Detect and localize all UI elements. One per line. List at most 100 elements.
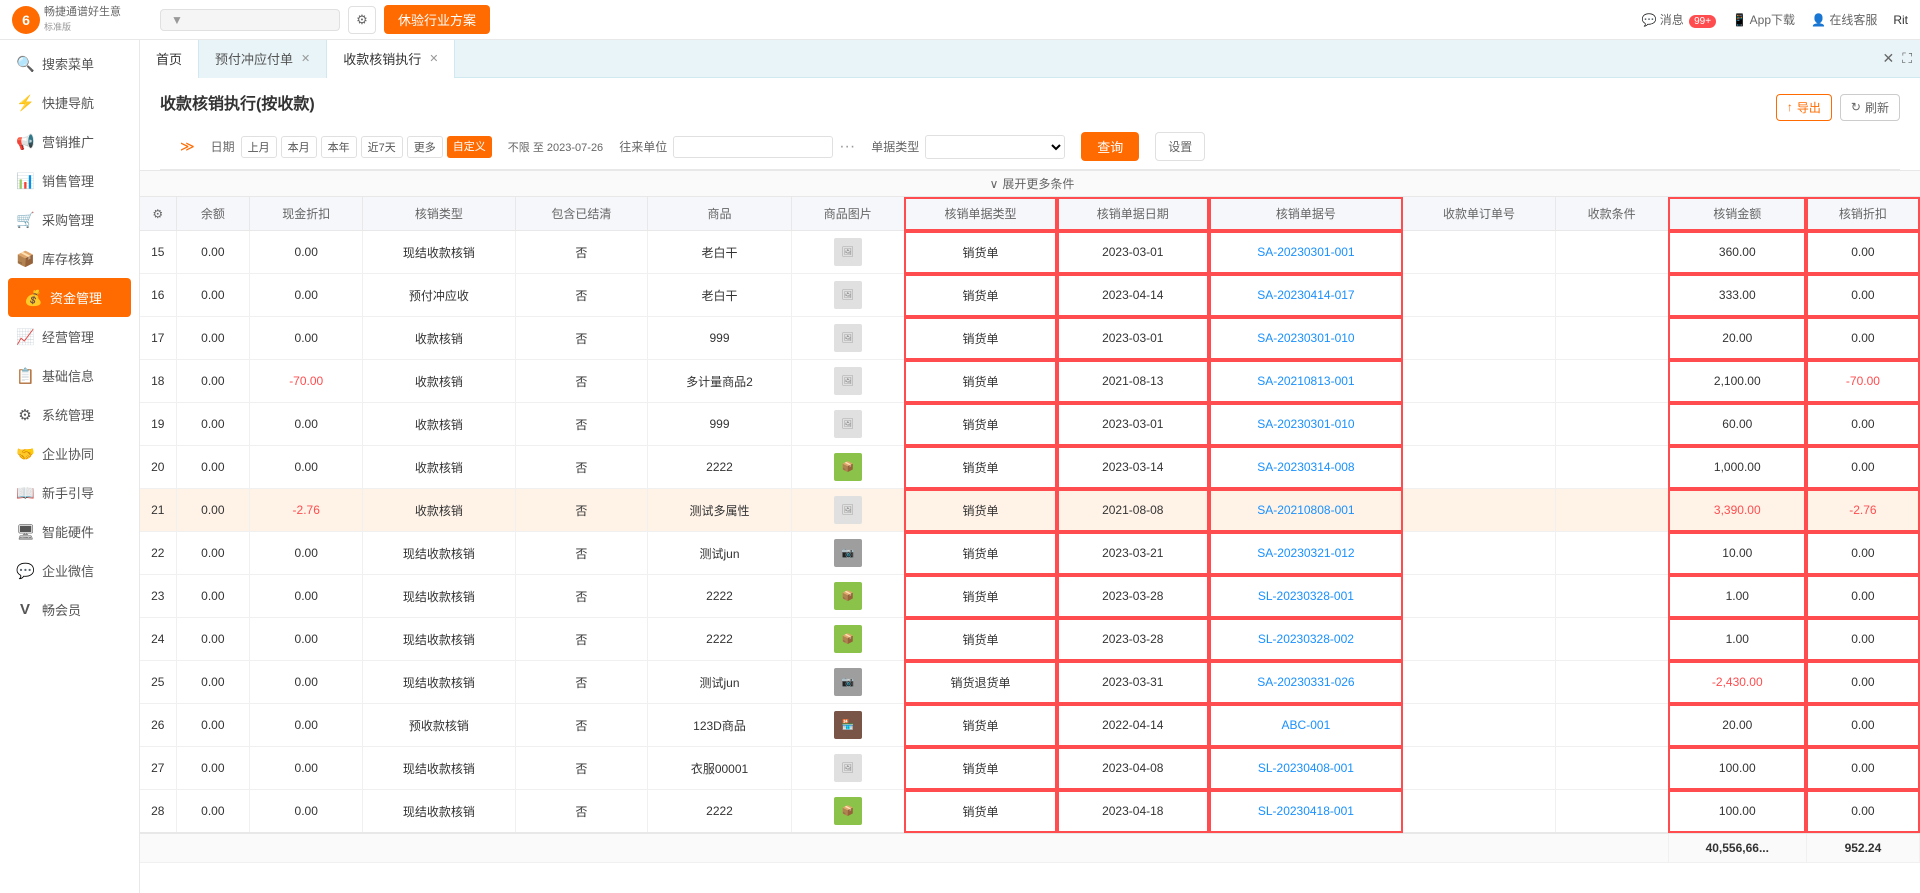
sidebar-item-marketing[interactable]: 📢 营销推广 bbox=[0, 122, 139, 161]
cell-verify-amount: 2,100.00 bbox=[1668, 360, 1806, 403]
bill-type-select[interactable] bbox=[925, 135, 1065, 159]
cell-id: 18 bbox=[140, 360, 176, 403]
date-btn-custom[interactable]: 自定义 bbox=[447, 136, 492, 158]
footer-verify-amount: 40,556,66... bbox=[1668, 833, 1806, 863]
sidebar-item-management[interactable]: 📈 经营管理 bbox=[0, 317, 139, 356]
tab-maximize-btn[interactable]: ⛶ bbox=[1902, 50, 1912, 67]
sidebar-item-sales[interactable]: 📊 销售管理 bbox=[0, 161, 139, 200]
cell-verify-discount: 0.00 bbox=[1806, 532, 1919, 575]
cell-receipt-order bbox=[1403, 360, 1555, 403]
date-btn-this-month[interactable]: 本月 bbox=[281, 136, 317, 158]
filter-toggle[interactable]: ≫ bbox=[180, 138, 195, 155]
date-btn-this-year[interactable]: 本年 bbox=[321, 136, 357, 158]
cell-bill-type: 销货单 bbox=[904, 360, 1056, 403]
app-download-btn[interactable]: 📱 App下载 bbox=[1732, 11, 1795, 28]
sidebar-item-purchase[interactable]: 🛒 采购管理 bbox=[0, 200, 139, 239]
cell-product-img: 📦 bbox=[791, 446, 904, 489]
sidebar-item-search[interactable]: 🔍 搜索菜单 bbox=[0, 44, 139, 83]
cell-receipt-condition bbox=[1555, 618, 1668, 661]
cell-verify-discount: -2.76 bbox=[1806, 489, 1919, 532]
tab-prepay-close[interactable]: ✕ bbox=[301, 52, 310, 65]
cell-receipt-order bbox=[1403, 747, 1555, 790]
cell-receipt-order bbox=[1403, 403, 1555, 446]
inventory-icon: 📦 bbox=[16, 250, 34, 268]
sidebar-item-member[interactable]: V 畅会员 bbox=[0, 590, 139, 629]
cell-include-settled: 否 bbox=[515, 790, 648, 834]
expand-more-bar[interactable]: ∨ 展开更多条件 bbox=[140, 171, 1920, 197]
cell-verify-type: 现结收款核销 bbox=[363, 618, 515, 661]
sidebar-item-quicknav[interactable]: ⚡ 快捷导航 bbox=[0, 83, 139, 122]
cell-bill-date: 2023-03-01 bbox=[1057, 317, 1209, 360]
page-header: 收款核销执行(按收款) ↑ 导出 ↻ 刷新 ≫ bbox=[140, 78, 1920, 171]
cell-receipt-order bbox=[1403, 274, 1555, 317]
cell-verify-discount: 0.00 bbox=[1806, 274, 1919, 317]
tab-close-window-btn[interactable]: ✕ bbox=[1882, 50, 1894, 67]
cell-balance: 0.00 bbox=[176, 360, 250, 403]
sidebar-item-basics[interactable]: 📋 基础信息 bbox=[0, 356, 139, 395]
industry-button[interactable]: 休验行业方案 bbox=[384, 5, 490, 34]
sidebar-item-system[interactable]: ⚙ 系统管理 bbox=[0, 395, 139, 434]
cell-receipt-condition bbox=[1555, 489, 1668, 532]
refresh-button[interactable]: ↻ 刷新 bbox=[1840, 94, 1900, 121]
cell-cash-discount: 0.00 bbox=[250, 231, 363, 274]
messages-btn[interactable]: 💬 消息 99+ bbox=[1641, 11, 1716, 28]
cell-product: 123D商品 bbox=[648, 704, 792, 747]
settings-button[interactable]: 设置 bbox=[1155, 132, 1205, 161]
table-row: 28 0.00 0.00 现结收款核销 否 2222 📦 销货单 2023-04… bbox=[140, 790, 1920, 834]
cell-id: 23 bbox=[140, 575, 176, 618]
tab-home[interactable]: 首页 bbox=[140, 40, 199, 78]
cell-receipt-condition bbox=[1555, 274, 1668, 317]
sidebar-item-finance[interactable]: 💰 资金管理 bbox=[8, 278, 131, 317]
cell-verify-amount: 360.00 bbox=[1668, 231, 1806, 274]
gear-button[interactable]: ⚙ bbox=[348, 6, 376, 34]
cell-verify-type: 现结收款核销 bbox=[363, 747, 515, 790]
sidebar-label-hardware: 智能硬件 bbox=[42, 522, 94, 541]
export-button[interactable]: ↑ 导出 bbox=[1776, 94, 1832, 121]
date-btn-last-month[interactable]: 上月 bbox=[241, 136, 277, 158]
cell-bill-date: 2021-08-13 bbox=[1057, 360, 1209, 403]
online-service-btn[interactable]: 👤 在线客服 bbox=[1811, 11, 1877, 28]
cell-id: 22 bbox=[140, 532, 176, 575]
system-icon: ⚙ bbox=[16, 406, 34, 424]
cell-cash-discount: 0.00 bbox=[250, 704, 363, 747]
col-settings[interactable]: ⚙ bbox=[140, 197, 176, 231]
cell-bill-type: 销货单 bbox=[904, 747, 1056, 790]
cell-bill-no: SA-20230414-017 bbox=[1209, 274, 1403, 317]
member-icon: V bbox=[16, 601, 34, 618]
sidebar-item-guide[interactable]: 📖 新手引导 bbox=[0, 473, 139, 512]
sidebar-label-member: 畅会员 bbox=[42, 600, 81, 619]
tab-bar: 首页 预付冲应付单 ✕ 收款核销执行 ✕ ✕ ⛶ bbox=[140, 40, 1920, 78]
sidebar-item-enterprise[interactable]: 🤝 企业协同 bbox=[0, 434, 139, 473]
cell-receipt-order bbox=[1403, 704, 1555, 747]
sidebar-item-weixin[interactable]: 💬 企业微信 bbox=[0, 551, 139, 590]
cell-bill-no: SA-20230301-010 bbox=[1209, 317, 1403, 360]
tab-verify[interactable]: 收款核销执行 ✕ bbox=[327, 40, 455, 78]
date-btn-7days[interactable]: 近7天 bbox=[361, 136, 403, 158]
cell-bill-date: 2023-03-01 bbox=[1057, 403, 1209, 446]
col-bill-date: 核销单据日期 bbox=[1057, 197, 1209, 231]
cell-product: 测试jun bbox=[648, 661, 792, 704]
sidebar-label-search: 搜索菜单 bbox=[42, 54, 94, 73]
data-table: ⚙ 余额 现金折扣 核销类型 包含已结清 商品 商品图片 核销单据类型 核销单据… bbox=[140, 197, 1920, 863]
management-icon: 📈 bbox=[16, 328, 34, 346]
cell-receipt-order bbox=[1403, 532, 1555, 575]
cell-receipt-condition bbox=[1555, 790, 1668, 834]
cell-balance: 0.00 bbox=[176, 403, 250, 446]
cell-verify-amount: 20.00 bbox=[1668, 704, 1806, 747]
query-button[interactable]: 查询 bbox=[1081, 132, 1139, 161]
date-btn-more[interactable]: 更多 bbox=[407, 136, 443, 158]
col-bill-type: 核销单据类型 bbox=[904, 197, 1056, 231]
cell-cash-discount: 0.00 bbox=[250, 747, 363, 790]
sidebar-item-inventory[interactable]: 📦 库存核算 bbox=[0, 239, 139, 278]
sidebar-item-hardware[interactable]: 🖥 智能硬件 bbox=[0, 512, 139, 551]
cell-receipt-order bbox=[1403, 661, 1555, 704]
cell-id: 24 bbox=[140, 618, 176, 661]
counterparty-input[interactable] bbox=[673, 136, 833, 158]
tab-prepay[interactable]: 预付冲应付单 ✕ bbox=[199, 40, 327, 78]
col-product-img: 商品图片 bbox=[791, 197, 904, 231]
footer-verify-discount: 952.24 bbox=[1806, 833, 1919, 863]
cell-verify-type: 现结收款核销 bbox=[363, 661, 515, 704]
cell-balance: 0.00 bbox=[176, 274, 250, 317]
sidebar-label-marketing: 营销推广 bbox=[42, 132, 94, 151]
tab-verify-close[interactable]: ✕ bbox=[429, 52, 438, 65]
